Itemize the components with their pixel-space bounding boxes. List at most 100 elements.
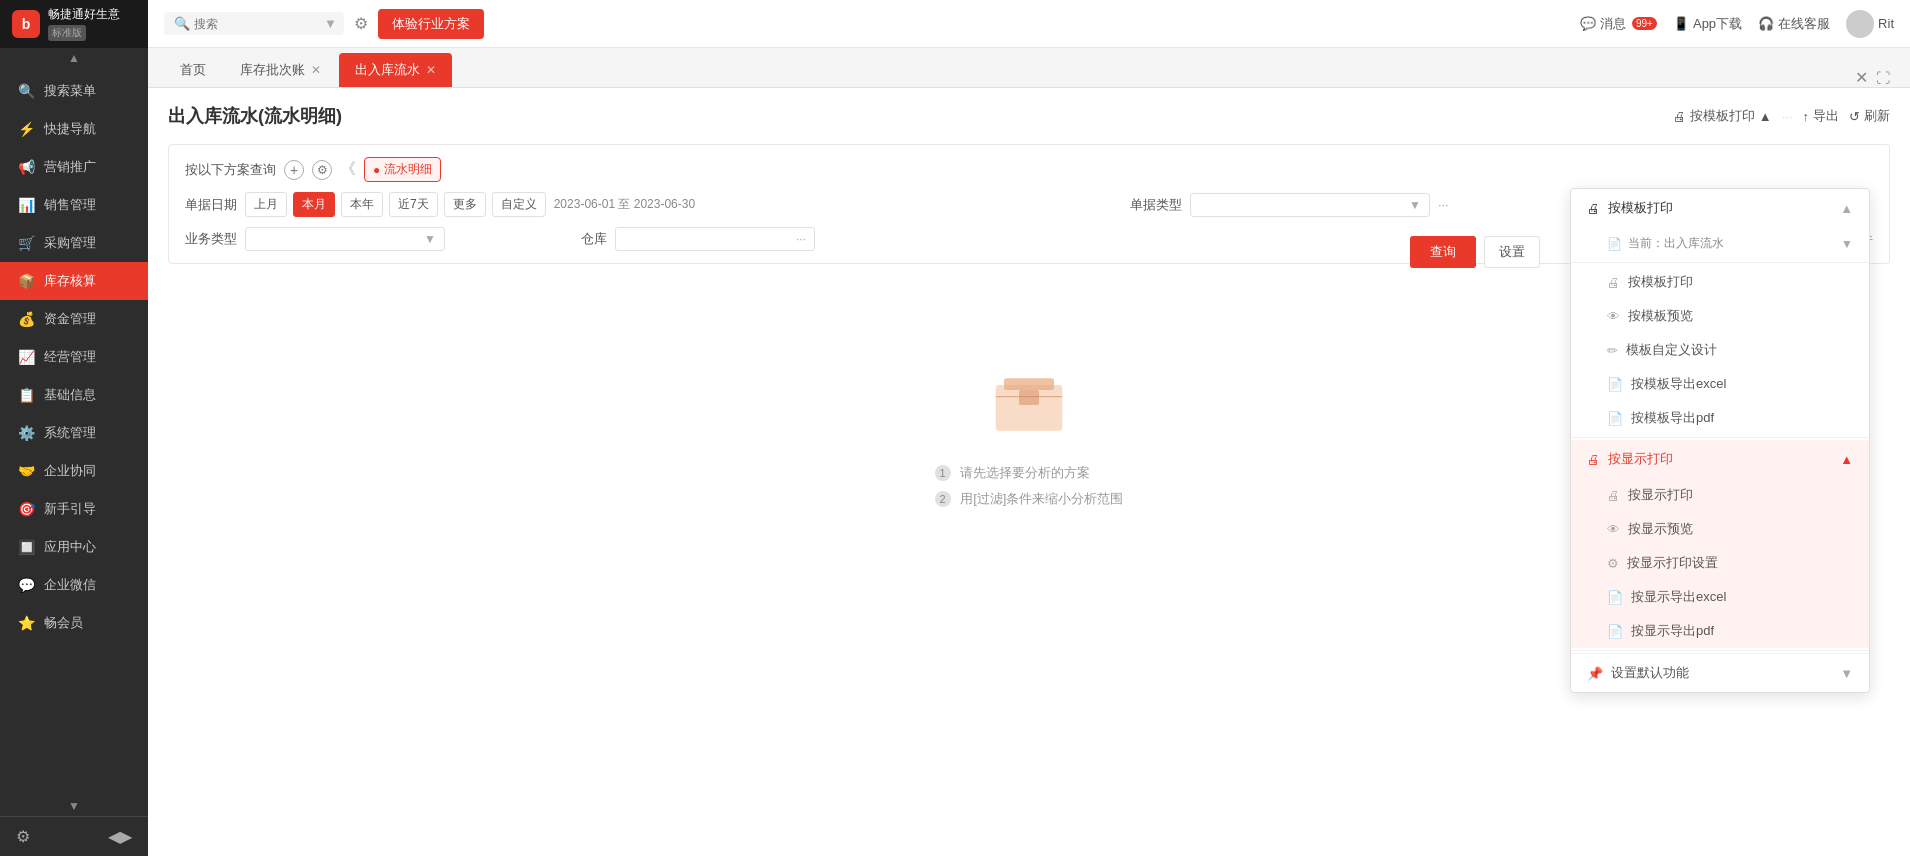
dropdown-display-export-excel[interactable]: 📄 按显示导出excel [1571,580,1869,614]
dropdown-panel: 🖨 按模板打印 ▲ 📄 当前：出入库流水 ▼ 🖨 按模板打印 👁 按模 [1570,188,1870,693]
customer-service-btn[interactable]: 🎧 在线客服 [1758,15,1830,33]
print-settings-icon: ⚙ [1607,556,1619,571]
sidebar-item-label: 应用中心 [44,538,96,556]
date-btn-more[interactable]: 更多 [444,192,486,217]
sidebar-item-collaboration[interactable]: 🤝 企业协同 [0,452,148,490]
batch-account-tab-close[interactable]: ✕ [311,63,321,77]
set-default-feature-btn[interactable]: 📌 设置默认功能 ▼ [1571,653,1869,692]
page-title: 出入库流水(流水明细) [168,104,342,128]
tab-home[interactable]: 首页 [164,53,222,87]
topbar-search-box[interactable]: 🔍 ▼ [164,12,344,35]
scroll-down-arrow[interactable]: ▼ [0,796,148,816]
print-icon-1: 🖨 [1607,275,1620,290]
date-btn-last-month[interactable]: 上月 [245,192,287,217]
collapse-sidebar-icon[interactable]: ◀▶ [108,827,132,846]
wechat-icon: 💬 [16,577,36,593]
divider-2 [1571,437,1869,438]
sidebar-item-purchase[interactable]: 🛒 采购管理 [0,224,148,262]
tab-in-out-flow[interactable]: 出入库流水 ✕ [339,53,452,87]
sidebar-item-member[interactable]: ⭐ 畅会员 [0,604,148,642]
sidebar-item-finance[interactable]: 💰 资金管理 [0,300,148,338]
message-btn[interactable]: 💬 消息 99+ [1580,15,1657,33]
settings-footer-icon[interactable]: ⚙ [16,827,30,846]
step-2: 2 用[过滤]条件来缩小分析范围 [935,486,1124,512]
empty-state-icon [979,360,1079,440]
type-select[interactable]: ▼ [1190,193,1430,217]
dropdown-template-export-pdf[interactable]: 📄 按模板导出pdf [1571,401,1869,435]
template-print-section-header[interactable]: 🖨 按模板打印 ▲ [1571,189,1869,227]
gear-settings-icon[interactable]: ⚙ [354,14,368,33]
setting-btn[interactable]: 设置 [1484,236,1540,268]
template-preview-label: 按模板预览 [1628,307,1693,325]
sidebar-item-label: 企业协同 [44,462,96,480]
template-export-excel-label: 按模板导出excel [1631,375,1726,393]
sidebar-item-basic-info[interactable]: 📋 基础信息 [0,376,148,414]
sidebar-item-marketing[interactable]: 📢 营销推广 [0,148,148,186]
dropdown-display-export-pdf[interactable]: 📄 按显示导出pdf [1571,614,1869,648]
trial-btn[interactable]: 体验行业方案 [378,9,484,39]
display-print-label: 按显示打印 [1628,486,1693,504]
display-print-section-header[interactable]: 🖨 按显示打印 ▲ [1571,440,1869,478]
date-btn-custom[interactable]: 自定义 [492,192,546,217]
pdf-icon-2: 📄 [1607,624,1623,639]
date-field-label: 单据日期 [185,196,237,214]
business-type-select[interactable]: ▼ [245,227,445,251]
sidebar-item-wechat[interactable]: 💬 企业微信 [0,566,148,604]
sidebar-item-guide[interactable]: 🎯 新手引导 [0,490,148,528]
sidebar-item-app-center[interactable]: 🔲 应用中心 [0,528,148,566]
type-more-icon[interactable]: ··· [1438,197,1449,212]
sidebar-item-operations[interactable]: 📈 经营管理 [0,338,148,376]
date-btn-7days[interactable]: 近7天 [389,192,438,217]
current-template-label: 当前：出入库流水 [1628,235,1724,252]
filter-add-btn[interactable]: + [284,160,304,180]
headset-icon: 🎧 [1758,16,1774,31]
sidebar: b 畅捷通好生意 标准版 ▲ 🔍 搜索菜单 ⚡ 快捷导航 📢 营销推广 📊 销售… [0,0,148,856]
customer-service-label: 在线客服 [1778,15,1830,33]
batch-account-tab-label: 库存批次账 [240,61,305,79]
main-area: 🔍 ▼ ⚙ 体验行业方案 💬 消息 99+ 📱 App下载 🎧 在线客服 [148,0,1910,856]
expand-window-icon[interactable]: ⛶ [1876,70,1890,86]
in-out-flow-tab-close[interactable]: ✕ [426,63,436,77]
actions-divider: ··· [1782,109,1793,124]
template-print-btn[interactable]: 🖨 按模板打印 ▲ [1673,107,1772,125]
dropdown-template-print[interactable]: 🖨 按模板打印 [1571,265,1869,299]
display-print-settings-label: 按显示打印设置 [1627,554,1718,572]
search-input[interactable] [194,17,324,31]
sidebar-item-system[interactable]: ⚙️ 系统管理 [0,414,148,452]
message-badge: 99+ [1632,17,1657,30]
date-btn-this-month[interactable]: 本月 [293,192,335,217]
sidebar-item-quick-nav[interactable]: ⚡ 快捷导航 [0,110,148,148]
display-section-collapse-icon: ▲ [1840,452,1853,467]
template-print-section-label: 按模板打印 [1608,199,1673,217]
warehouse-more-icon[interactable]: ··· [796,232,806,246]
system-icon: ⚙️ [16,425,36,441]
tabs-bar: 首页 库存批次账 ✕ 出入库流水 ✕ ✕ ⛶ [148,48,1910,88]
dropdown-template-export-excel[interactable]: 📄 按模板导出excel [1571,367,1869,401]
filter-collapse-arrow[interactable]: 《 [340,159,356,180]
date-btn-this-year[interactable]: 本年 [341,192,383,217]
current-template-item[interactable]: 📄 当前：出入库流水 ▼ [1571,227,1869,260]
query-btn[interactable]: 查询 [1410,236,1476,268]
dropdown-template-preview[interactable]: 👁 按模板预览 [1571,299,1869,333]
close-window-icon[interactable]: ✕ [1855,68,1868,87]
dropdown-display-preview[interactable]: 👁 按显示预览 [1571,512,1869,546]
date-filter-item: 单据日期 上月 本月 本年 近7天 更多 自定义 2023-06-01 至 20… [185,192,1114,217]
warehouse-select[interactable]: ··· [615,227,815,251]
tab-batch-account[interactable]: 库存批次账 ✕ [224,53,337,87]
avatar [1846,10,1874,38]
step-2-num: 2 [935,491,951,507]
inventory-icon: 📦 [16,273,36,289]
refresh-btn[interactable]: ↺ 刷新 [1849,107,1890,125]
dropdown-display-print-settings[interactable]: ⚙ 按显示打印设置 [1571,546,1869,580]
dropdown-display-print[interactable]: 🖨 按显示打印 [1571,478,1869,512]
user-menu[interactable]: Rit [1846,10,1894,38]
dropdown-template-custom[interactable]: ✏ 模板自定义设计 [1571,333,1869,367]
sidebar-item-search[interactable]: 🔍 搜索菜单 [0,72,148,110]
scroll-up-arrow[interactable]: ▲ [0,48,148,68]
sidebar-item-sales[interactable]: 📊 销售管理 [0,186,148,224]
excel-icon-1: 📄 [1607,377,1623,392]
export-btn[interactable]: ↑ 导出 [1803,107,1840,125]
filter-settings-btn[interactable]: ⚙ [312,160,332,180]
app-download-btn[interactable]: 📱 App下载 [1673,15,1742,33]
sidebar-item-inventory[interactable]: 📦 库存核算 [0,262,148,300]
